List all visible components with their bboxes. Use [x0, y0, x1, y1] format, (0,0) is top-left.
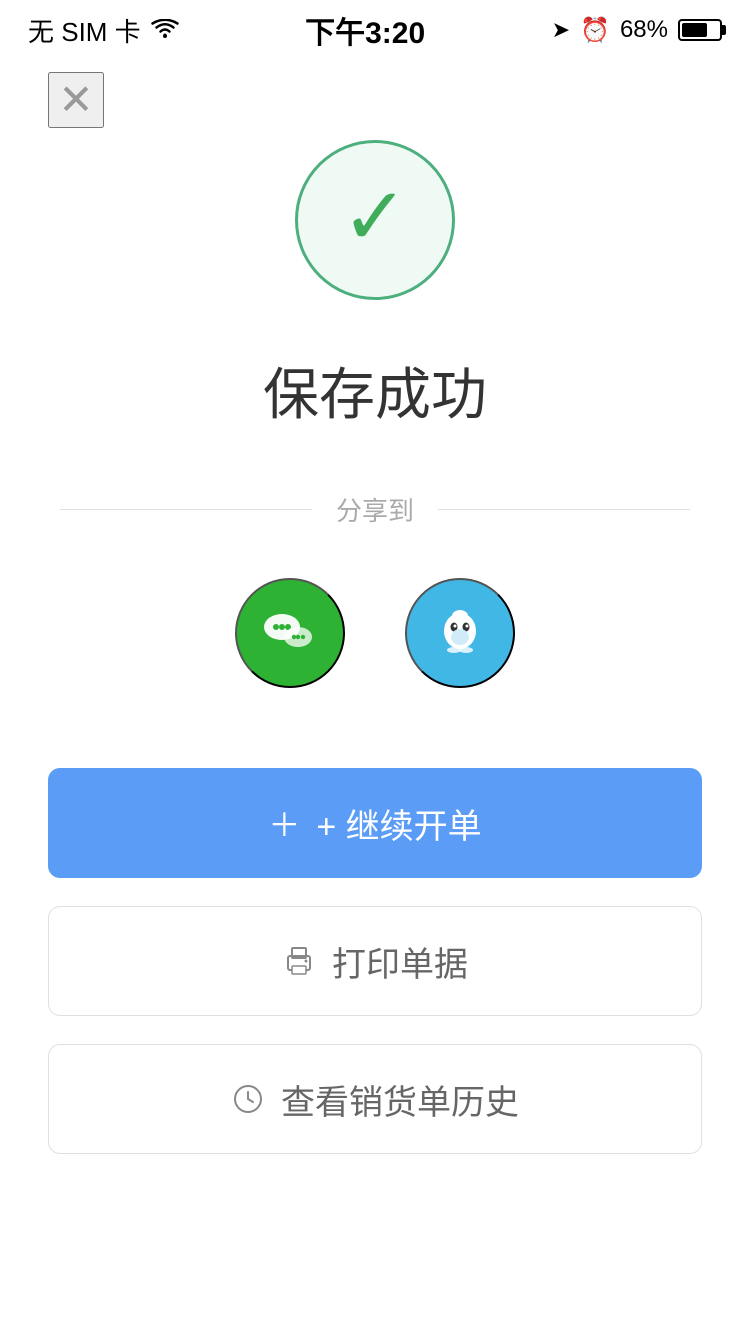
wechat-icon: [260, 607, 320, 659]
main-content: ✓ 保存成功 分享到: [0, 60, 750, 1154]
continue-label: + 继续开单: [316, 799, 481, 848]
checkmark-icon: ✓: [341, 177, 408, 257]
print-button[interactable]: 打印单据: [48, 906, 702, 1016]
qq-icon: [430, 603, 490, 663]
history-button[interactable]: 查看销货单历史: [48, 1044, 702, 1154]
alarm-icon: ⏰: [580, 16, 610, 45]
history-icon: [231, 1082, 265, 1116]
status-time: 下午3:20: [305, 8, 425, 52]
action-buttons: ＋ + 继续开单 打印单据 查看销货单历: [0, 768, 750, 1154]
location-icon: ➤: [552, 17, 570, 43]
close-icon: ✕: [58, 79, 93, 121]
status-right: ➤ ⏰ 68%: [552, 16, 722, 45]
print-icon: [282, 944, 316, 978]
no-sim-text: 无 SIM 卡: [28, 12, 141, 49]
status-left: 无 SIM 卡: [28, 12, 179, 49]
print-label: 打印单据: [332, 937, 468, 986]
success-circle: ✓: [295, 140, 455, 300]
share-label: 分享到: [312, 491, 438, 528]
plus-icon: ＋: [268, 800, 300, 846]
share-divider: 分享到: [0, 491, 750, 528]
status-bar: 无 SIM 卡 下午3:20 ➤ ⏰ 68%: [0, 0, 750, 60]
success-title: 保存成功: [263, 350, 487, 431]
qq-share-button[interactable]: [405, 578, 515, 688]
divider-line-right: [438, 509, 690, 510]
divider-line-left: [60, 509, 312, 510]
continue-button[interactable]: ＋ + 继续开单: [48, 768, 702, 878]
wechat-share-button[interactable]: [235, 578, 345, 688]
share-icons: [235, 578, 515, 688]
wifi-icon: [151, 15, 179, 46]
history-label: 查看销货单历史: [281, 1075, 519, 1124]
battery-icon: [678, 19, 722, 41]
battery-percent: 68%: [620, 16, 668, 44]
close-button[interactable]: ✕: [48, 72, 104, 128]
